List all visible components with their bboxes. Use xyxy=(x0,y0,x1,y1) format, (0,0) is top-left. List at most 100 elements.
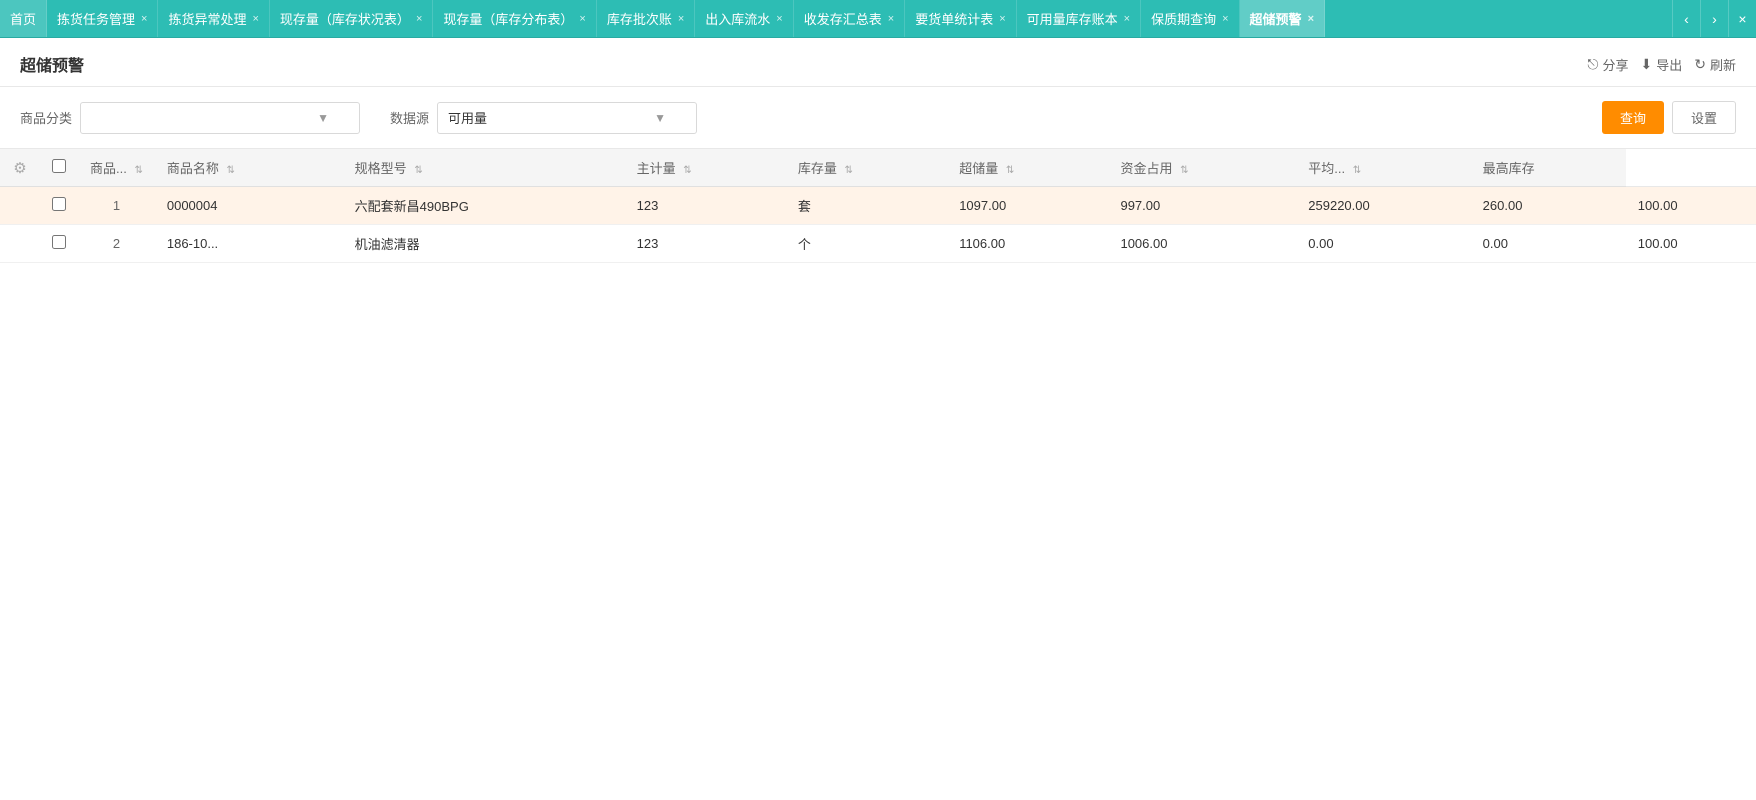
close-icon[interactable]: × xyxy=(888,13,894,25)
share-icon: ⎋ xyxy=(1587,56,1598,73)
nav-arrows: ‹ › × xyxy=(1672,0,1756,38)
col-stock-label: 库存量 xyxy=(798,161,837,176)
table-row: 2 186-10... 机油滤清器 123 个 1106.00 1006.00 … xyxy=(0,225,1756,263)
category-label: 商品分类 xyxy=(20,108,72,127)
datasource-select[interactable]: 可用量 ▼ xyxy=(437,102,697,134)
col-max-stock: 最高库存 xyxy=(1471,149,1626,187)
settings-button[interactable]: 设置 xyxy=(1672,101,1736,134)
gear-icon[interactable]: ⚙ xyxy=(13,160,26,177)
row-overstock: 1006.00 xyxy=(1108,225,1296,263)
sort-icon[interactable]: ⇅ xyxy=(845,165,853,176)
col-stock: 库存量 ⇅ xyxy=(786,149,947,187)
nav-item-overstock[interactable]: 超储预警 × xyxy=(1240,0,1325,37)
checkbox-header xyxy=(40,149,78,187)
col-avg: 平均... ⇅ xyxy=(1296,149,1470,187)
col-unit: 主计量 ⇅ xyxy=(625,149,786,187)
row-checkbox-cell xyxy=(40,187,78,225)
export-icon: ⬇ xyxy=(1641,56,1653,73)
table-row: 1 0000004 六配套新昌490BPG 123 套 1097.00 997.… xyxy=(0,187,1756,225)
close-icon[interactable]: × xyxy=(1308,13,1314,25)
datasource-label: 数据源 xyxy=(390,108,429,127)
export-button[interactable]: ⬇ 导出 xyxy=(1641,55,1683,74)
col-product-code-label: 商品... xyxy=(90,161,127,176)
row-unit: 套 xyxy=(786,187,947,225)
top-nav: 首页 拣货任务管理 × 拣货异常处理 × 现存量（库存状况表） × 现存量（库存… xyxy=(0,0,1756,38)
close-icon[interactable]: × xyxy=(678,13,684,25)
col-capital: 资金占用 ⇅ xyxy=(1108,149,1296,187)
col-product-name-label: 商品名称 xyxy=(167,161,219,176)
close-icon[interactable]: × xyxy=(416,13,422,25)
row-overstock: 997.00 xyxy=(1108,187,1296,225)
row-unit: 个 xyxy=(786,225,947,263)
row-number: 2 xyxy=(78,225,155,263)
row-stock: 1097.00 xyxy=(947,187,1108,225)
row-number: 1 xyxy=(78,187,155,225)
close-icon[interactable]: × xyxy=(1222,13,1228,25)
row-capital: 259220.00 xyxy=(1296,187,1470,225)
row-product-name: 六配套新昌490BPG xyxy=(343,187,625,225)
nav-item-available[interactable]: 可用量库存账本 × xyxy=(1017,0,1141,37)
sort-icon[interactable]: ⇅ xyxy=(683,165,691,176)
close-icon[interactable]: × xyxy=(579,13,585,25)
page-title: 超储预警 xyxy=(20,52,84,76)
close-icon[interactable]: × xyxy=(252,13,258,25)
col-product-code: 商品... ⇅ xyxy=(78,149,155,187)
col-unit-label: 主计量 xyxy=(637,161,676,176)
row-max-stock: 100.00 xyxy=(1626,187,1756,225)
nav-item-exception[interactable]: 拣货异常处理 × xyxy=(158,0,269,37)
row-product-code: 186-10... xyxy=(155,225,343,263)
table-header-row: ⚙ 商品... ⇅ 商品名称 ⇅ 规格型号 ⇅ xyxy=(0,149,1756,187)
row-checkbox[interactable] xyxy=(52,235,66,249)
row-stock: 1106.00 xyxy=(947,225,1108,263)
sort-icon[interactable]: ⇅ xyxy=(227,165,235,176)
close-icon[interactable]: × xyxy=(999,13,1005,25)
nav-item-order-stats[interactable]: 要货单统计表 × xyxy=(905,0,1016,37)
refresh-icon: ↻ xyxy=(1694,56,1706,73)
row-gear-cell xyxy=(0,225,40,263)
filter-actions: 查询 设置 xyxy=(1602,101,1736,134)
row-checkbox-cell xyxy=(40,225,78,263)
row-product-name: 机油滤清器 xyxy=(343,225,625,263)
row-avg: 0.00 xyxy=(1471,225,1626,263)
nav-item-flow[interactable]: 出入库流水 × xyxy=(695,0,793,37)
sort-icon[interactable]: ⇅ xyxy=(134,165,142,176)
nav-item-summary[interactable]: 收发存汇总表 × xyxy=(794,0,905,37)
col-spec-label: 规格型号 xyxy=(355,161,407,176)
nav-item-batch[interactable]: 库存批次账 × xyxy=(597,0,695,37)
row-product-code: 0000004 xyxy=(155,187,343,225)
nav-prev-button[interactable]: ‹ xyxy=(1672,0,1700,38)
filter-area: 商品分类 ▼ 数据源 可用量 ▼ 查询 设置 xyxy=(0,87,1756,149)
gear-header: ⚙ xyxy=(0,149,40,187)
page-content: 超储预警 ⎋ 分享 ⬇ 导出 ↻ 刷新 商品分类 ▼ 数据源 xyxy=(0,38,1756,800)
close-icon[interactable]: × xyxy=(1124,13,1130,25)
sort-icon[interactable]: ⇅ xyxy=(414,165,422,176)
nav-item-expiry[interactable]: 保质期查询 × xyxy=(1141,0,1239,37)
category-filter-group: 商品分类 ▼ xyxy=(20,102,360,134)
nav-item-task[interactable]: 拣货任务管理 × xyxy=(47,0,158,37)
col-product-name: 商品名称 ⇅ xyxy=(155,149,343,187)
sort-icon[interactable]: ⇅ xyxy=(1180,165,1188,176)
nav-item-home[interactable]: 首页 xyxy=(0,0,47,37)
close-icon[interactable]: × xyxy=(776,13,782,25)
sort-icon[interactable]: ⇅ xyxy=(1006,165,1014,176)
row-checkbox[interactable] xyxy=(52,197,66,211)
col-avg-label: 平均... xyxy=(1308,161,1345,176)
category-select[interactable]: ▼ xyxy=(80,102,360,134)
refresh-button[interactable]: ↻ 刷新 xyxy=(1694,55,1736,74)
row-gear-cell xyxy=(0,187,40,225)
datasource-filter-group: 数据源 可用量 ▼ xyxy=(390,102,697,134)
nav-item-stock-dist[interactable]: 现存量（库存分布表） × xyxy=(433,0,596,37)
query-button[interactable]: 查询 xyxy=(1602,101,1664,134)
share-button[interactable]: ⎋ 分享 xyxy=(1587,55,1628,74)
datasource-value: 可用量 xyxy=(448,108,487,127)
table-container: ⚙ 商品... ⇅ 商品名称 ⇅ 规格型号 ⇅ xyxy=(0,149,1756,283)
nav-close-button[interactable]: × xyxy=(1728,0,1756,38)
sort-icon[interactable]: ⇅ xyxy=(1353,165,1361,176)
close-icon[interactable]: × xyxy=(141,13,147,25)
row-max-stock: 100.00 xyxy=(1626,225,1756,263)
select-all-checkbox[interactable] xyxy=(52,159,66,173)
nav-next-button[interactable]: › xyxy=(1700,0,1728,38)
nav-item-stock-status[interactable]: 现存量（库存状况表） × xyxy=(270,0,433,37)
col-max-stock-label: 最高库存 xyxy=(1483,161,1535,176)
col-overstock: 超储量 ⇅ xyxy=(947,149,1108,187)
